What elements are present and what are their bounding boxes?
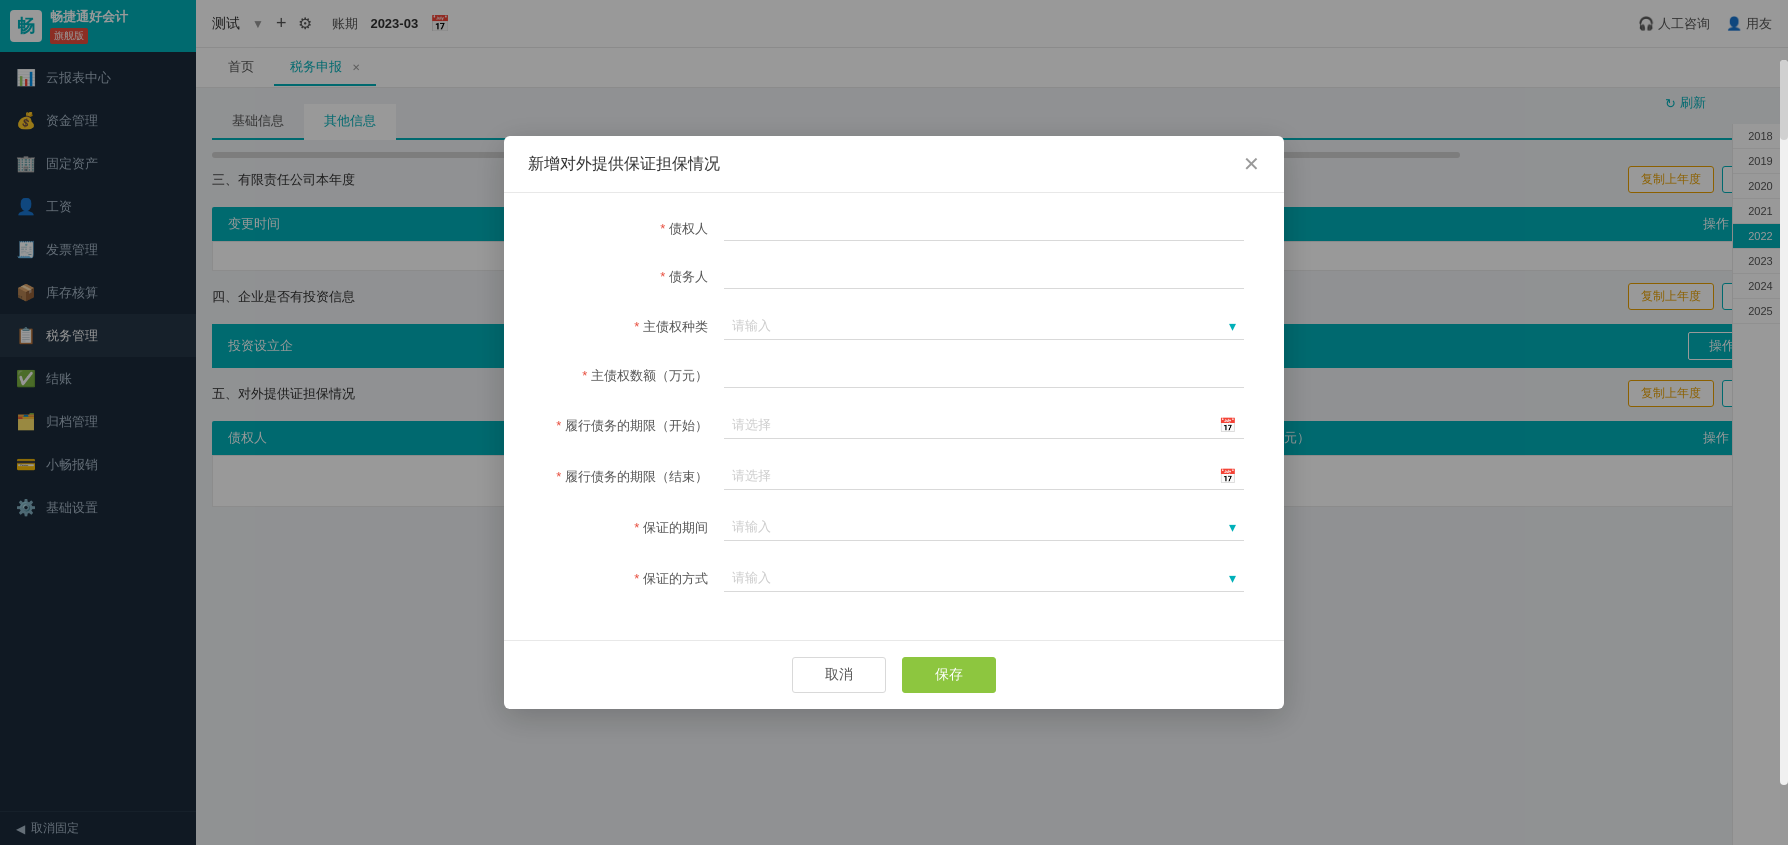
modal-title: 新增对外提供保证担保情况	[528, 154, 720, 175]
form-row-creditor-amount: * 主债权数额（万元）	[544, 364, 1244, 388]
form-row-guarantee-method: * 保证的方式 请输入 ▾	[544, 565, 1244, 592]
form-row-debtor: * 债务人	[544, 265, 1244, 289]
modal-body: * 债权人 * 债务人 * 主债权种类 请输入	[504, 193, 1284, 640]
calendar-end-icon: 📅	[1219, 468, 1236, 484]
calendar-start-icon: 📅	[1219, 417, 1236, 433]
datepicker-end-placeholder: 请选择	[732, 467, 771, 485]
select-guarantee-method-text: 请输入	[732, 569, 771, 587]
input-creditor[interactable]	[724, 217, 1244, 241]
save-button[interactable]: 保存	[902, 657, 996, 693]
form-row-perform-end: * 履行债务的期限（结束） 请选择 📅	[544, 463, 1244, 490]
modal-header: 新增对外提供保证担保情况 ✕	[504, 136, 1284, 193]
datepicker-start-placeholder: 请选择	[732, 416, 771, 434]
label-perform-end: * 履行债务的期限（结束）	[544, 468, 724, 486]
datepicker-perform-end[interactable]: 请选择 📅	[724, 463, 1244, 490]
select-guarantee-period-text: 请输入	[732, 518, 771, 536]
input-debtor[interactable]	[724, 265, 1244, 289]
label-creditor-type: * 主债权种类	[544, 318, 724, 336]
label-guarantee-method: * 保证的方式	[544, 570, 724, 588]
chevron-down-icon: ▾	[1229, 318, 1236, 334]
label-creditor-amount: * 主债权数额（万元）	[544, 367, 724, 385]
form-row-creditor: * 债权人	[544, 217, 1244, 241]
select-guarantee-period[interactable]: 请输入 ▾	[724, 514, 1244, 541]
label-debtor: * 债务人	[544, 268, 724, 286]
form-row-perform-start: * 履行债务的期限（开始） 请选择 📅	[544, 412, 1244, 439]
datepicker-perform-start[interactable]: 请选择 📅	[724, 412, 1244, 439]
form-row-guarantee-period: * 保证的期间 请输入 ▾	[544, 514, 1244, 541]
chevron-down-icon-2: ▾	[1229, 519, 1236, 535]
label-perform-start: * 履行债务的期限（开始）	[544, 417, 724, 435]
label-creditor: * 债权人	[544, 220, 724, 238]
modal-dialog: 新增对外提供保证担保情况 ✕ * 债权人 * 债务人	[504, 136, 1284, 709]
modal-overlay: 新增对外提供保证担保情况 ✕ * 债权人 * 债务人	[0, 0, 1788, 845]
form-row-creditor-type: * 主债权种类 请输入 ▾	[544, 313, 1244, 340]
label-guarantee-period: * 保证的期间	[544, 519, 724, 537]
modal-close-button[interactable]: ✕	[1243, 152, 1260, 176]
select-creditor-type-text: 请输入	[732, 317, 771, 335]
modal-footer: 取消 保存	[504, 640, 1284, 709]
cancel-button[interactable]: 取消	[792, 657, 886, 693]
select-creditor-type[interactable]: 请输入 ▾	[724, 313, 1244, 340]
chevron-down-icon-3: ▾	[1229, 570, 1236, 586]
select-guarantee-method[interactable]: 请输入 ▾	[724, 565, 1244, 592]
input-creditor-amount[interactable]	[724, 364, 1244, 388]
